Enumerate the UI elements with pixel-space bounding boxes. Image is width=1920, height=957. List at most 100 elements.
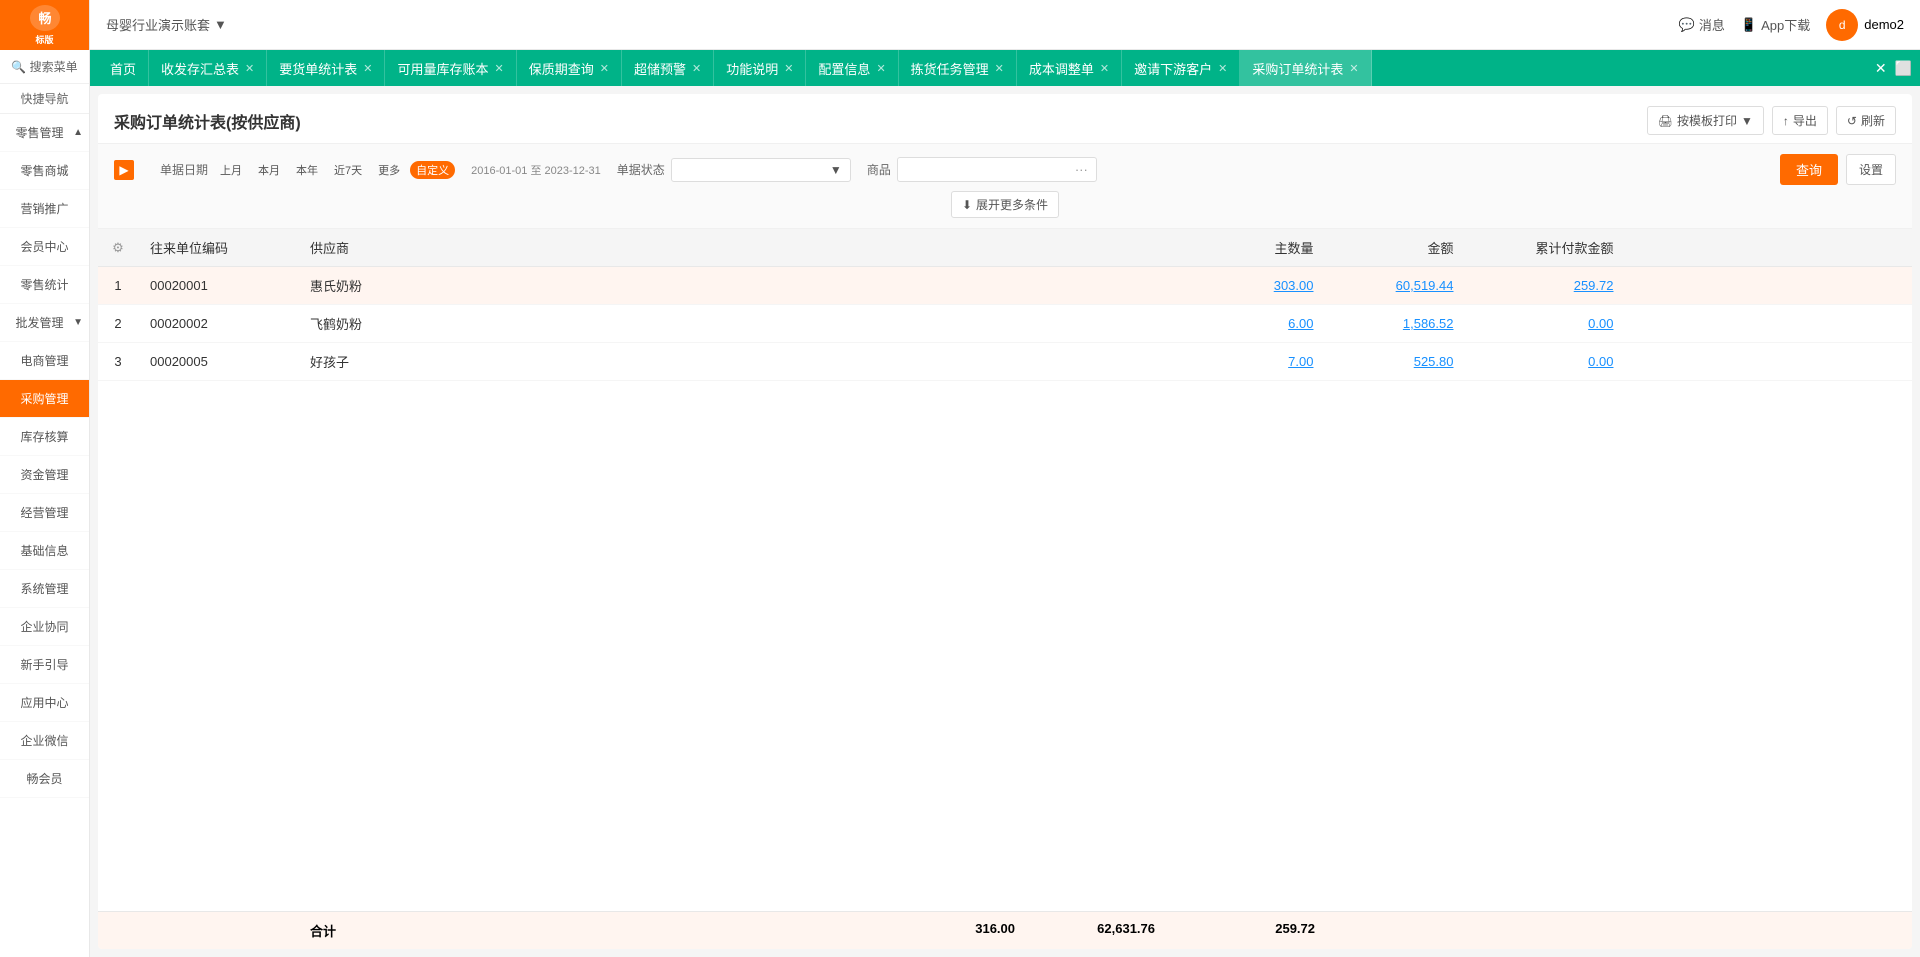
expand-more-label: 展开更多条件 — [976, 196, 1048, 213]
status-select[interactable]: ▼ — [671, 158, 851, 182]
tab-warranty-close[interactable]: ✕ — [600, 62, 609, 75]
sidebar-item-wechat[interactable]: 企业微信 — [0, 722, 89, 760]
tab-receive-pay-label: 收发存汇总表 — [161, 59, 239, 78]
col-paid-header: 累计付款金额 — [1465, 229, 1625, 267]
sidebar-item-appstore[interactable]: 应用中心 — [0, 684, 89, 722]
sidebar-item-wholesale[interactable]: 批发管理 ▼ — [0, 304, 89, 342]
tab-cost-adj[interactable]: 成本调整单 ✕ — [1017, 50, 1122, 86]
row-2-amount: 1,586.52 — [1325, 305, 1465, 343]
row-2-extra — [1625, 305, 1912, 343]
sidebar-wechat-label: 企业微信 — [6, 732, 83, 749]
tab-warranty[interactable]: 保质期查询 ✕ — [517, 50, 622, 86]
tab-config[interactable]: 配置信息 ✕ — [806, 50, 898, 86]
tab-func-desc[interactable]: 功能说明 ✕ — [714, 50, 806, 86]
export-button[interactable]: ↑ 导出 — [1772, 106, 1828, 135]
sidebar-item-membership[interactable]: 会员中心 — [0, 228, 89, 266]
page-title: 采购订单统计表(按供应商) — [114, 109, 301, 133]
date-btn-this-month[interactable]: 本月 — [252, 160, 286, 180]
sidebar-search-item[interactable]: 🔍 搜索菜单 — [0, 50, 89, 84]
message-icon: 💬 — [1679, 17, 1695, 33]
sidebar-basic-label: 基础信息 — [6, 542, 83, 559]
sidebar-item-basic[interactable]: 基础信息 — [0, 532, 89, 570]
sidebar-item-ecommerce[interactable]: 电商管理 — [0, 342, 89, 380]
sidebar-item-enterprise[interactable]: 企业协同 — [0, 608, 89, 646]
tab-home[interactable]: 首页 — [98, 50, 149, 86]
row-3-qty: 7.00 — [1205, 343, 1325, 381]
date-btn-more[interactable]: 更多 — [372, 160, 406, 180]
filter-row-1: ▶ 单据日期 上月 本月 本年 近7天 更多 自定义 2016-01-01 至 … — [114, 154, 1896, 185]
tab-config-close[interactable]: ✕ — [876, 62, 885, 75]
tab-goods-stat-label: 要货单统计表 — [279, 59, 357, 78]
tab-invite[interactable]: 邀请下游客户 ✕ — [1122, 50, 1240, 86]
tab-invite-label: 邀请下游客户 — [1134, 59, 1212, 78]
tab-receive-pay-close[interactable]: ✕ — [245, 62, 254, 75]
tab-pick-task[interactable]: 拣货任务管理 ✕ — [899, 50, 1017, 86]
footer-extra — [1315, 921, 1900, 940]
tab-purchase-stat[interactable]: 采购订单统计表 ✕ — [1240, 50, 1371, 86]
row-3-index: 3 — [98, 343, 138, 381]
tab-pick-task-close[interactable]: ✕ — [995, 62, 1004, 75]
col-extra-header — [1625, 229, 1912, 267]
row-3-paid: 0.00 — [1465, 343, 1625, 381]
tab-available-stock-close[interactable]: ✕ — [495, 62, 504, 75]
svg-text:畅: 畅 — [38, 11, 51, 26]
tab-receive-pay[interactable]: 收发存汇总表 ✕ — [149, 50, 267, 86]
sidebar-item-ops[interactable]: 经营管理 — [0, 494, 89, 532]
user-area[interactable]: d demo2 — [1826, 9, 1904, 41]
goods-input[interactable] — [906, 163, 1075, 177]
tab-overstock[interactable]: 超储预警 ✕ — [622, 50, 714, 86]
goods-more-icon[interactable]: ··· — [1075, 162, 1088, 177]
sidebar-item-retail[interactable]: 零售管理 ▲ — [0, 114, 89, 152]
sidebar-item-newbie[interactable]: 新手引导 — [0, 646, 89, 684]
refresh-button[interactable]: ↺ 刷新 — [1836, 106, 1896, 135]
message-label: 消息 — [1699, 15, 1725, 34]
tab-overstock-close[interactable]: ✕ — [692, 62, 701, 75]
sidebar-item-retail-stat[interactable]: 零售统计 — [0, 266, 89, 304]
row-3-supplier-name: 好孩子 — [298, 343, 1205, 381]
date-btn-7days[interactable]: 近7天 — [328, 160, 368, 180]
message-action[interactable]: 💬 消息 — [1679, 15, 1725, 34]
filter-goods-item: 商品 ··· — [867, 157, 1097, 182]
tab-maximize-icon[interactable]: ⬜ — [1895, 60, 1912, 77]
status-dropdown-icon: ▼ — [830, 163, 842, 177]
template-dropdown-icon: ▼ — [1741, 114, 1753, 128]
goods-input-wrap[interactable]: ··· — [897, 157, 1097, 182]
date-btn-last-month[interactable]: 上月 — [214, 160, 248, 180]
avatar: d — [1826, 9, 1858, 41]
tab-cost-adj-label: 成本调整单 — [1029, 59, 1094, 78]
workspace-selector[interactable]: 母婴行业演示账套 ▼ — [106, 15, 227, 34]
date-range-display: 2016-01-01 至 2023-12-31 — [471, 162, 601, 178]
user-name: demo2 — [1864, 17, 1904, 32]
app-download-action[interactable]: 📱 App下载 — [1741, 15, 1810, 34]
filter-date-item: 单据日期 上月 本月 本年 近7天 更多 自定义 — [160, 160, 455, 180]
date-btn-this-year[interactable]: 本年 — [290, 160, 324, 180]
sidebar-item-inventory[interactable]: 库存核算 — [0, 418, 89, 456]
template-print-button[interactable]: 🖨 按模板打印 ▼ — [1647, 106, 1764, 135]
sidebar-item-marketing[interactable]: 营销推广 — [0, 190, 89, 228]
tab-goods-stat[interactable]: 要货单统计表 ✕ — [267, 50, 385, 86]
sidebar-item-finance[interactable]: 资金管理 — [0, 456, 89, 494]
wholesale-expand-icon: ▼ — [73, 317, 83, 328]
sidebar-finance-label: 资金管理 — [6, 466, 83, 483]
expand-more-row: ⬇ 展开更多条件 — [114, 191, 1896, 218]
settings-button[interactable]: 设置 — [1846, 154, 1896, 185]
sidebar-item-purchase[interactable]: 采购管理 — [0, 380, 89, 418]
filter-expand-toggle[interactable]: ▶ — [114, 160, 134, 180]
tab-func-desc-close[interactable]: ✕ — [784, 62, 793, 75]
column-settings-icon[interactable]: ⚙ — [110, 240, 126, 256]
sidebar-item-member-plus[interactable]: 畅会员 — [0, 760, 89, 798]
export-label: 导出 — [1793, 112, 1817, 129]
search-button[interactable]: 查询 — [1780, 154, 1838, 185]
tab-available-stock[interactable]: 可用量库存账本 ✕ — [385, 50, 516, 86]
sidebar-item-retail-shop[interactable]: 零售商城 — [0, 152, 89, 190]
col-settings: ⚙ — [98, 229, 138, 267]
tab-close-all-icon[interactable]: ✕ — [1875, 60, 1887, 77]
tab-purchase-stat-close[interactable]: ✕ — [1349, 62, 1358, 75]
expand-more-button[interactable]: ⬇ 展开更多条件 — [951, 191, 1059, 218]
col-supplier-name-header: 供应商 — [298, 229, 1205, 267]
sidebar-item-system[interactable]: 系统管理 — [0, 570, 89, 608]
tab-cost-adj-close[interactable]: ✕ — [1100, 62, 1109, 75]
tab-invite-close[interactable]: ✕ — [1218, 62, 1227, 75]
tab-goods-stat-close[interactable]: ✕ — [363, 62, 372, 75]
sidebar-quick-nav[interactable]: 快捷导航 — [0, 84, 89, 114]
